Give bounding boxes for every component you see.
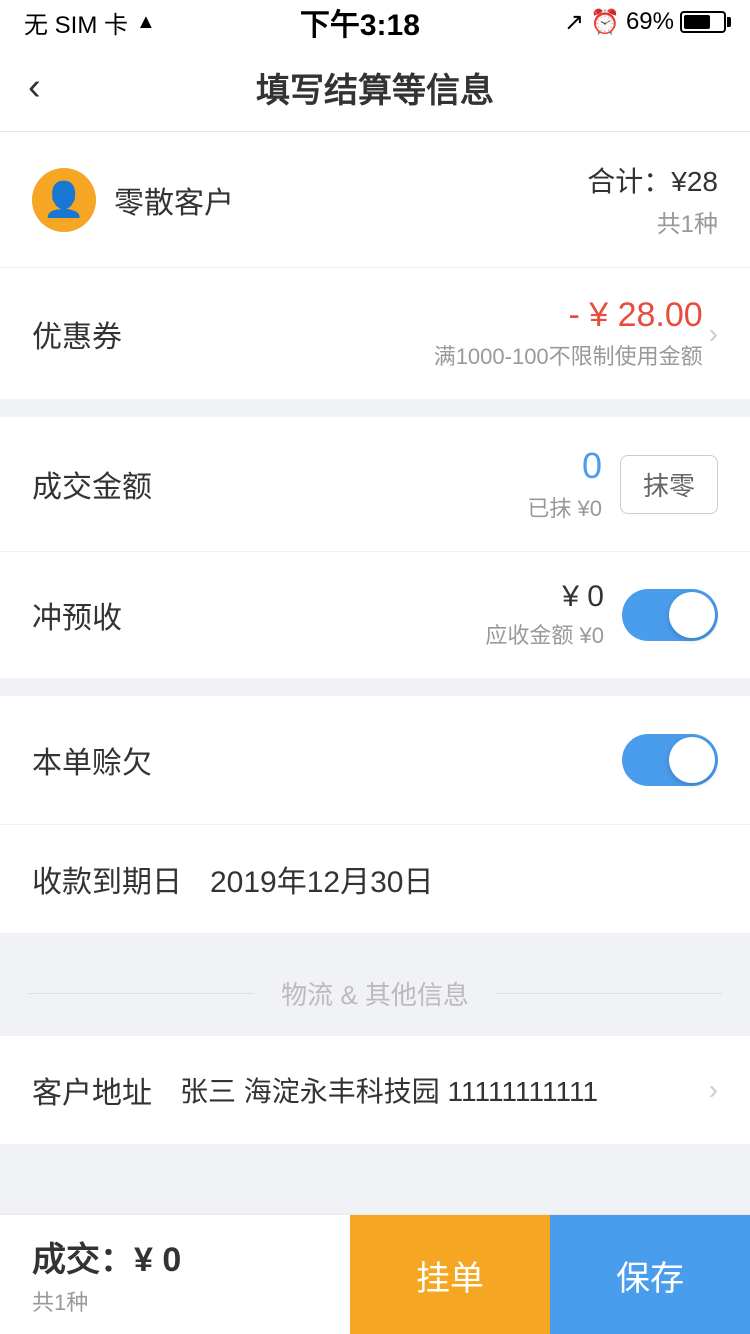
receivable-amount: 应收金额 ¥0 [485,618,604,650]
battery-percent: 69% [626,8,674,36]
customer-name: 零散客户 [114,178,234,222]
prepayment-row: 冲预收 ¥ 0 应收金额 ¥0 [0,552,750,678]
hang-button[interactable]: 挂单 [350,1215,550,1334]
debit-row: 本单赊欠 [0,696,750,824]
toggle-knob [669,592,715,638]
bottom-bar: 成交：¥ 0 共1种 挂单 保存 [0,1214,750,1334]
prepayment-toggle[interactable] [622,589,718,641]
page-title: 填写结算等信息 [256,63,494,112]
address-value: 张三 海淀永丰科技园 11111111111 [180,1070,709,1110]
bottom-deal-value: ¥ 0 [134,1241,181,1279]
status-bar: 无 SIM 卡 ▲ 下午3:18 ↗ ⏰ 69% [0,0,750,44]
bottom-deal-info: 成交：¥ 0 共1种 [0,1215,350,1334]
amount-section: 成交金额 0 已抹 ¥0 抹零 冲预收 ¥ 0 应收金额 ¥0 [0,417,750,678]
save-button[interactable]: 保存 [550,1215,750,1334]
customer-total: 合计：¥28 [587,160,718,200]
due-date-value: 2019年12月30日 [210,857,433,901]
toggle-knob-debit [669,737,715,783]
address-row[interactable]: 客户地址 张三 海淀永丰科技园 11111111111 › [0,1036,750,1144]
address-label: 客户地址 [32,1068,152,1112]
debit-section: 本单赊欠 收款到期日 2019年12月30日 [0,696,750,933]
coupon-description: 满1000-100不限制使用金额 [434,339,703,371]
coupon-arrow-icon: › [709,318,718,350]
avatar-icon: 👤 [43,180,85,220]
customer-avatar: 👤 [32,168,96,232]
location-icon: ↗ [564,8,584,37]
deal-value[interactable]: 0 [582,445,602,486]
divider-line-right [497,993,722,994]
divider-line-left [28,993,253,994]
deal-amount-row: 成交金额 0 已抹 ¥0 抹零 [0,417,750,552]
due-date-label: 收款到期日 [32,857,182,901]
debit-toggle[interactable] [622,734,718,786]
bottom-count: 共1种 [32,1285,318,1317]
bottom-deal-text: 成交：¥ 0 [32,1232,318,1281]
nav-bar: ‹ 填写结算等信息 [0,44,750,132]
customer-section: 👤 零散客户 合计：¥28 共1种 优惠券 - ¥ 28.00 满1000-10… [0,132,750,399]
bottom-deal-label: 成交： [32,1241,134,1279]
coupon-row[interactable]: 优惠券 - ¥ 28.00 满1000-100不限制使用金额 › [0,267,750,399]
debit-label: 本单赊欠 [32,738,152,782]
coupon-label: 优惠券 [32,312,122,356]
alarm-icon: ⏰ [590,8,620,37]
coupon-discount: - ¥ 28.00 [434,296,703,335]
wifi-icon: ▲ [136,11,156,34]
due-date-row[interactable]: 收款到期日 2019年12月30日 [0,824,750,933]
logistics-text: 物流 & 其他信息 [281,975,469,1012]
prepayment-label: 冲预收 [32,593,122,637]
customer-row: 👤 零散客户 合计：¥28 共1种 [0,132,750,267]
prepayment-amount: ¥ 0 [485,580,604,614]
round-button[interactable]: 抹零 [620,455,718,514]
deal-label: 成交金额 [32,462,152,506]
customer-count: 共1种 [587,204,718,239]
carrier-text: 无 SIM 卡 [24,5,128,40]
logistics-divider: 物流 & 其他信息 [0,951,750,1036]
address-section: 客户地址 张三 海淀永丰科技园 11111111111 › [0,1036,750,1144]
back-button[interactable]: ‹ [28,66,41,109]
time-display: 下午3:18 [300,0,420,44]
already-rounded: 已抹 ¥0 [527,491,602,523]
battery-icon [680,11,726,33]
address-arrow-icon: › [709,1074,718,1106]
